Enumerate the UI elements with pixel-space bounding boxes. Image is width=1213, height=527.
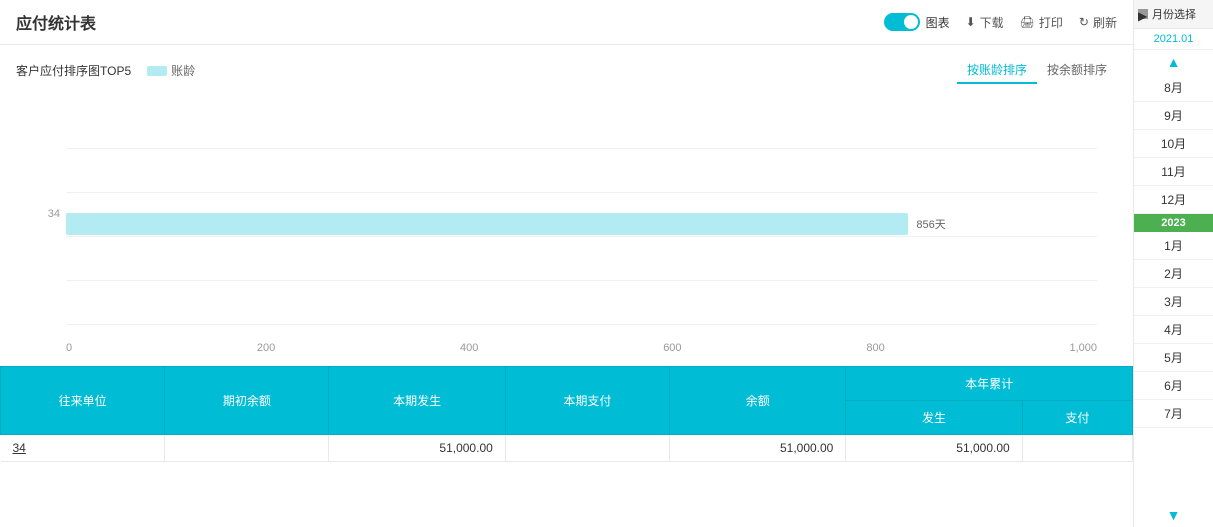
sidebar: ▶ 月份选择 2021.01 ▲ 8月 9月 10月 11月 12月 2023 … xyxy=(1133,0,1213,527)
th-balance: 余额 xyxy=(670,367,846,435)
th-company: 往来单位 xyxy=(1,367,165,435)
tab-by-balance[interactable]: 按账龄排序 xyxy=(957,57,1037,84)
td-ytd-payment xyxy=(1022,435,1132,462)
print-button[interactable]: 🖨 打印 xyxy=(1020,14,1063,31)
sidebar-scroll[interactable]: 8月 9月 10月 11月 12月 2023 1月 2月 3月 4月 5月 6月… xyxy=(1134,74,1213,503)
x-label-600: 600 xyxy=(663,342,681,354)
th-payment: 本期支付 xyxy=(505,367,669,435)
bar-row: 856天 xyxy=(66,213,1057,235)
td-opening xyxy=(165,435,329,462)
download-icon: ⬇ xyxy=(966,15,976,29)
chart-legend-title: 客户应付排序图TOP5 xyxy=(16,62,131,79)
sidebar-collapse-icon[interactable]: ▶ xyxy=(1138,9,1148,19)
month-item-11[interactable]: 11月 xyxy=(1134,158,1213,186)
table-section: 往来单位 期初余额 本期发生 本期支付 余额 本年累计 发生 支付 34 xyxy=(0,366,1133,527)
bar-container: 856天 xyxy=(66,213,1057,235)
month-item-4[interactable]: 4月 xyxy=(1134,316,1213,344)
x-label-800: 800 xyxy=(866,342,884,354)
month-item-9[interactable]: 9月 xyxy=(1134,102,1213,130)
company-link[interactable]: 34 xyxy=(13,441,26,455)
print-icon: 🖨 xyxy=(1020,15,1035,29)
month-list-before: 8月 9月 10月 11月 12月 xyxy=(1134,74,1213,214)
month-list-after: 1月 2月 3月 4月 5月 6月 7月 xyxy=(1134,232,1213,428)
grid-line-4 xyxy=(66,280,1097,281)
th-ytd-payment: 支付 xyxy=(1022,401,1132,435)
month-item-5[interactable]: 5月 xyxy=(1134,344,1213,372)
th-occurrence: 本期发生 xyxy=(329,367,505,435)
month-item-8[interactable]: 8月 xyxy=(1134,74,1213,102)
y-axis: 34 xyxy=(16,104,66,324)
grid-line-3 xyxy=(66,236,1097,237)
scroll-down-button[interactable]: ▼ xyxy=(1134,503,1213,527)
refresh-icon: ↻ xyxy=(1079,15,1089,29)
th-opening: 期初余额 xyxy=(165,367,329,435)
month-item-6[interactable]: 6月 xyxy=(1134,372,1213,400)
scroll-up-button[interactable]: ▲ xyxy=(1134,50,1213,74)
table-header-row-1: 往来单位 期初余额 本期发生 本期支付 余额 本年累计 xyxy=(1,367,1133,401)
month-item-1[interactable]: 1月 xyxy=(1134,232,1213,260)
page-header: 应付统计表 图表 ⬇ 下载 🖨 打印 ↻ 刷新 xyxy=(0,0,1133,45)
month-item-3[interactable]: 3月 xyxy=(1134,288,1213,316)
td-occurrence: 51,000.00 xyxy=(329,435,505,462)
td-balance: 51,000.00 xyxy=(670,435,846,462)
x-label-200: 200 xyxy=(257,342,275,354)
chart-toggle-wrap[interactable]: 图表 xyxy=(884,13,950,31)
legend-color-label: 账龄 xyxy=(171,62,195,79)
x-label-0: 0 xyxy=(66,342,72,354)
month-item-10[interactable]: 10月 xyxy=(1134,130,1213,158)
bar-value: 856天 xyxy=(916,216,945,232)
legend-item-age: 账龄 xyxy=(147,62,195,79)
td-company: 34 xyxy=(1,435,165,462)
td-ytd-occurrence: 51,000.00 xyxy=(846,435,1022,462)
page-title: 应付统计表 xyxy=(16,10,96,34)
bar-34 xyxy=(66,213,908,235)
data-table: 往来单位 期初余额 本期发生 本期支付 余额 本年累计 发生 支付 34 xyxy=(0,366,1133,462)
sidebar-current-value: 2021.01 xyxy=(1134,29,1213,50)
th-ytd-occurrence: 发生 xyxy=(846,401,1022,435)
grid-line-5 xyxy=(66,324,1097,325)
chart-toggle[interactable] xyxy=(884,13,920,31)
x-label-1000: 1,000 xyxy=(1069,342,1097,354)
month-item-7[interactable]: 7月 xyxy=(1134,400,1213,428)
x-axis: 0 200 400 600 800 1,000 xyxy=(66,342,1097,354)
chart-tabs: 按账龄排序 按余额排序 xyxy=(957,57,1117,84)
y-label-34: 34 xyxy=(16,208,66,220)
grid-line-2 xyxy=(66,192,1097,193)
download-button[interactable]: ⬇ 下载 xyxy=(966,14,1004,31)
grid-line-1 xyxy=(66,148,1097,149)
x-label-400: 400 xyxy=(460,342,478,354)
month-item-2[interactable]: 2月 xyxy=(1134,260,1213,288)
table-row: 34 51,000.00 51,000.00 51,000.00 xyxy=(1,435,1133,462)
year-marker: 2023 xyxy=(1134,214,1213,232)
legend-color-teal xyxy=(147,66,167,76)
toggle-label: 图表 xyxy=(926,14,950,31)
refresh-button[interactable]: ↻ 刷新 xyxy=(1079,14,1117,31)
chart-area: 34 856天 xyxy=(16,94,1117,354)
tab-by-amount[interactable]: 按余额排序 xyxy=(1037,57,1117,84)
header-actions: 图表 ⬇ 下载 🖨 打印 ↻ 刷新 xyxy=(884,13,1117,31)
month-item-12[interactable]: 12月 xyxy=(1134,186,1213,214)
sidebar-header-label: 月份选择 xyxy=(1152,6,1196,22)
th-ytd: 本年累计 xyxy=(846,367,1133,401)
chart-legend: 客户应付排序图TOP5 账龄 按账龄排序 按余额排序 xyxy=(16,57,1117,84)
chart-section: 客户应付排序图TOP5 账龄 按账龄排序 按余额排序 34 xyxy=(0,45,1133,366)
td-payment xyxy=(505,435,669,462)
bar-chart: 34 856天 xyxy=(16,94,1117,354)
